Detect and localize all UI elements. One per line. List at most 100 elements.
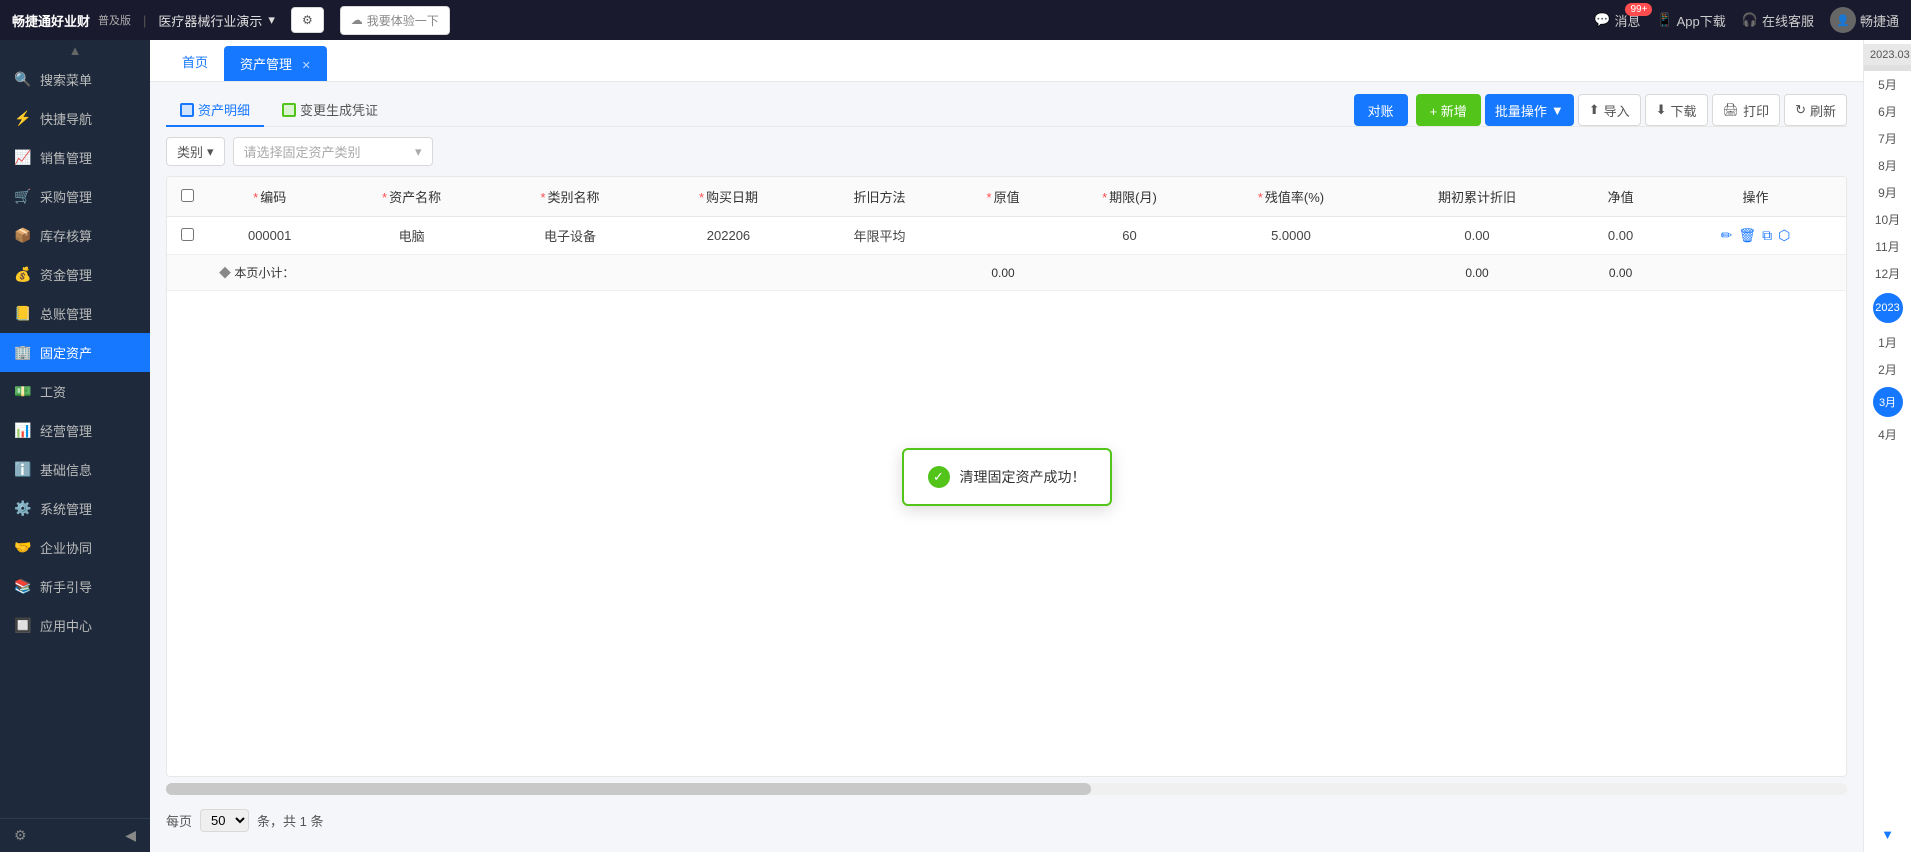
- edit-icon[interactable]: ✏: [1721, 227, 1733, 244]
- tab-home[interactable]: 首页: [166, 44, 224, 81]
- sub-tab-asset-detail[interactable]: 资产明细: [166, 94, 264, 127]
- refresh-btn[interactable]: ↻ 刷新: [1784, 94, 1847, 126]
- table-container: *编码 *资产名称 *类别名称 *购买日期: [166, 176, 1847, 777]
- tab-bar: 首页 资产管理 ✕: [150, 40, 1863, 82]
- sidebar-item-search[interactable]: 🔍 搜索菜单: [0, 60, 150, 99]
- sidebar-item-app-center[interactable]: 🔲 应用中心: [0, 606, 150, 645]
- sidebar-item-purchase[interactable]: 🛒 采购管理: [0, 177, 150, 216]
- toast-success-icon: ✓: [928, 466, 950, 488]
- sidebar-collapse-icon[interactable]: ◀: [125, 827, 136, 844]
- sidebar-item-fixed-assets[interactable]: 🏢 固定资产: [0, 333, 150, 372]
- experience-btn[interactable]: ☁ 我要体验一下: [340, 6, 450, 35]
- subtotal-icon: ◆: [219, 266, 231, 280]
- month-6[interactable]: 6月: [1864, 98, 1911, 125]
- asset-table: *编码 *资产名称 *类别名称 *购买日期: [167, 177, 1846, 291]
- copy-icon[interactable]: ⧉: [1762, 227, 1772, 244]
- month-11[interactable]: 11月: [1864, 233, 1911, 260]
- sidebar-item-guide[interactable]: 📚 新手引导: [0, 567, 150, 606]
- account-btn[interactable]: 对账: [1354, 94, 1408, 126]
- select-all-checkbox[interactable]: [181, 189, 194, 202]
- app-center-icon: 🔲: [14, 617, 32, 635]
- subtotal-original: 0.00: [951, 255, 1055, 291]
- th-original-value: *原值: [951, 177, 1055, 217]
- right-panel-year-label: 2023.03: [1870, 49, 1910, 61]
- month-10[interactable]: 10月: [1864, 206, 1911, 233]
- sidebar-item-enterprise[interactable]: 🤝 企业协同: [0, 528, 150, 567]
- app-download-item[interactable]: 📱 App下载: [1656, 11, 1725, 30]
- th-name: *资产名称: [332, 177, 490, 217]
- message-badge: 99+: [1625, 3, 1652, 16]
- settings-btn[interactable]: ⚙: [291, 7, 324, 33]
- row-depreciation-method: 年限平均: [808, 217, 952, 255]
- category-filter-input[interactable]: 请选择固定资产类别 ▾: [233, 137, 433, 166]
- filter-dropdown-icon: ▾: [207, 144, 214, 160]
- current-year-label[interactable]: 2023: [1873, 293, 1903, 323]
- message-item[interactable]: 💬 消息 99+: [1594, 11, 1640, 30]
- month-12[interactable]: 12月: [1864, 260, 1911, 287]
- tab-asset-mgmt[interactable]: 资产管理 ✕: [224, 46, 327, 81]
- row-original-value: [951, 217, 1055, 255]
- right-panel-down-btn[interactable]: ▼: [1864, 821, 1911, 848]
- basic-info-icon: ℹ️: [14, 461, 32, 479]
- user-item[interactable]: 👤 畅捷通: [1830, 7, 1899, 33]
- th-actions: 操作: [1665, 177, 1846, 217]
- per-page-select[interactable]: 50: [200, 809, 249, 832]
- service-icon: 🎧: [1742, 12, 1758, 28]
- sub-tab-voucher-gen[interactable]: 变更生成凭证: [268, 94, 392, 127]
- sidebar-item-quick-nav[interactable]: ⚡ 快捷导航: [0, 99, 150, 138]
- sidebar-item-inventory[interactable]: 📦 库存核算: [0, 216, 150, 255]
- sidebar-item-salary[interactable]: 💵 工资: [0, 372, 150, 411]
- month-9[interactable]: 9月: [1864, 179, 1911, 206]
- voucher-gen-tab-icon: [282, 103, 296, 117]
- header-left: 畅捷通好业财 普及版 | 医疗器械行业演示 ▾ ⚙ ☁ 我要体验一下: [12, 6, 450, 35]
- header-right: 💬 消息 99+ 📱 App下载 🎧 在线客服 👤 畅捷通: [1594, 7, 1899, 33]
- fixed-assets-icon: 🏢: [14, 344, 32, 362]
- sidebar-item-capital[interactable]: 💰 资金管理: [0, 255, 150, 294]
- asset-detail-tab-icon: [180, 103, 194, 117]
- month-8[interactable]: 8月: [1864, 152, 1911, 179]
- sales-icon: 📈: [14, 149, 32, 167]
- batch-btn[interactable]: 批量操作 ▼: [1485, 94, 1574, 126]
- row-name: 电脑: [332, 217, 490, 255]
- month-2[interactable]: 2月: [1864, 356, 1911, 383]
- download-btn[interactable]: ⬇ 下载: [1645, 94, 1708, 126]
- sidebar-item-sales[interactable]: 📈 销售管理: [0, 138, 150, 177]
- subtotal-row: ◆ 本页小计： 0.00 0.00 0.00: [167, 255, 1846, 291]
- month-4[interactable]: 4月: [1864, 421, 1911, 448]
- search-icon: 🔍: [14, 71, 32, 89]
- right-panel-header: 2023.03 ✕ ⤢: [1864, 44, 1911, 65]
- refresh-icon: ↻: [1795, 102, 1806, 118]
- delete-icon[interactable]: 🗑: [1738, 227, 1756, 244]
- month-7[interactable]: 7月: [1864, 125, 1911, 152]
- top-header: 畅捷通好业财 普及版 | 医疗器械行业演示 ▾ ⚙ ☁ 我要体验一下 💬 消息 …: [0, 0, 1911, 40]
- row-purchase-date: 202206: [649, 217, 807, 255]
- sidebar-item-operation[interactable]: 📊 经营管理: [0, 411, 150, 450]
- sidebar-item-ledger[interactable]: 📒 总账管理: [0, 294, 150, 333]
- toast-message: 清理固定资产成功！: [960, 467, 1086, 487]
- row-checkbox[interactable]: [181, 228, 194, 241]
- tab-close-icon[interactable]: ✕: [302, 60, 311, 72]
- ledger-icon: 📒: [14, 305, 32, 323]
- print-btn[interactable]: 🖨 打印: [1712, 94, 1781, 126]
- horizontal-scrollbar[interactable]: [166, 783, 1847, 795]
- th-residual-rate: *残值率(%): [1204, 177, 1378, 217]
- month-1[interactable]: 1月: [1864, 329, 1911, 356]
- th-code: *编码: [207, 177, 332, 217]
- sidebar-item-system[interactable]: ⚙️ 系统管理: [0, 489, 150, 528]
- month-3-active[interactable]: 3月: [1873, 387, 1903, 417]
- month-5[interactable]: 5月: [1864, 71, 1911, 98]
- customer-service-item[interactable]: 🎧 在线客服: [1742, 11, 1814, 30]
- subtotal-label: 本页小计：: [234, 266, 294, 280]
- category-filter-select[interactable]: 类别 ▾: [166, 137, 225, 166]
- main-layout: ▲ 🔍 搜索菜单 ⚡ 快捷导航 📈 销售管理 🛒 采购管理 📦 库存核算 💰 资…: [0, 40, 1911, 852]
- new-btn[interactable]: + 新增: [1416, 94, 1481, 126]
- filter-row: 类别 ▾ 请选择固定资产类别 ▾: [166, 137, 1847, 166]
- th-category: *类别名称: [491, 177, 649, 217]
- sidebar-scroll-up[interactable]: ▲: [0, 40, 150, 60]
- sidebar-item-basic-info[interactable]: ℹ️ 基础信息: [0, 450, 150, 489]
- import-btn[interactable]: ⬆ 导入: [1578, 94, 1641, 126]
- sidebar-bottom: ⚙ ◀: [0, 818, 150, 852]
- sidebar-settings-icon[interactable]: ⚙: [14, 827, 27, 844]
- company-selector[interactable]: 医疗器械行业演示 ▾: [158, 11, 275, 30]
- more-icon[interactable]: ⬡: [1778, 227, 1790, 244]
